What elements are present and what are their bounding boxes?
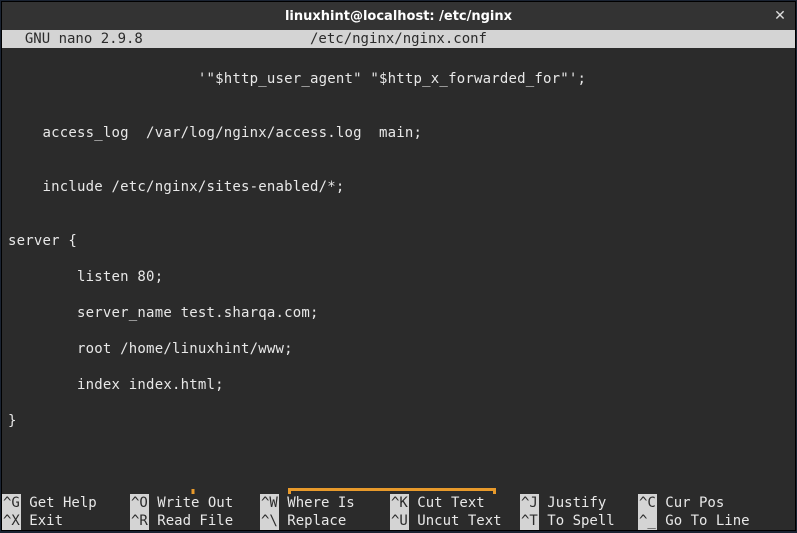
- shortcut-uncut-text[interactable]: ^U Uncut Text: [390, 512, 520, 530]
- titlebar[interactable]: linuxhint@localhost: /etc/nginx ✕: [2, 2, 795, 30]
- code-line: server {: [8, 232, 789, 250]
- code-line: root /home/linuxhint/www;: [8, 340, 789, 358]
- shortcut-exit[interactable]: ^X Exit: [2, 512, 130, 530]
- shortcut-go-to-line[interactable]: ^_ Go To Line: [638, 512, 795, 530]
- close-icon[interactable]: ✕: [771, 7, 789, 25]
- shortcut-cut-text[interactable]: ^K Cut Text: [390, 494, 520, 512]
- nano-shortcuts: ^G Get Help ^O Write Out ^W Where Is ^K …: [2, 494, 795, 530]
- shortcut-to-spell[interactable]: ^T To Spell: [520, 512, 638, 530]
- code-line: }: [8, 412, 789, 430]
- editor-content[interactable]: '"$http_user_agent" "$http_x_forwarded_f…: [2, 48, 795, 530]
- terminal-window: linuxhint@localhost: /etc/nginx ✕ GNU na…: [1, 1, 796, 531]
- shortcut-replace[interactable]: ^\ Replace: [260, 512, 390, 530]
- shortcut-justify[interactable]: ^J Justify: [520, 494, 638, 512]
- shortcut-read-file[interactable]: ^R Read File: [130, 512, 260, 530]
- nano-file-path: /etc/nginx/nginx.conf: [2, 30, 795, 48]
- nano-header: GNU nano 2.9.8 /etc/nginx/nginx.conf: [2, 30, 795, 48]
- shortcuts-row-1: ^G Get Help ^O Write Out ^W Where Is ^K …: [2, 494, 795, 512]
- code-line: '"$http_user_agent" "$http_x_forwarded_f…: [8, 70, 789, 88]
- shortcuts-row-2: ^X Exit ^R Read File ^\ Replace ^U Uncut…: [2, 512, 795, 530]
- window-title: linuxhint@localhost: /etc/nginx: [285, 9, 512, 24]
- terminal-area[interactable]: GNU nano 2.9.8 /etc/nginx/nginx.conf '"$…: [2, 30, 795, 530]
- code-line: listen 80;: [8, 268, 789, 286]
- code-line: include /etc/nginx/sites-enabled/*;: [8, 178, 789, 196]
- shortcut-write-out[interactable]: ^O Write Out: [130, 494, 260, 512]
- code-line: index index.html;: [8, 376, 789, 394]
- code-line: access_log /var/log/nginx/access.log mai…: [8, 124, 789, 142]
- shortcut-cur-pos[interactable]: ^C Cur Pos: [638, 494, 795, 512]
- shortcut-get-help[interactable]: ^G Get Help: [2, 494, 130, 512]
- code-line: server_name test.sharqa.com;: [8, 304, 789, 322]
- shortcut-where-is[interactable]: ^W Where Is: [260, 494, 390, 512]
